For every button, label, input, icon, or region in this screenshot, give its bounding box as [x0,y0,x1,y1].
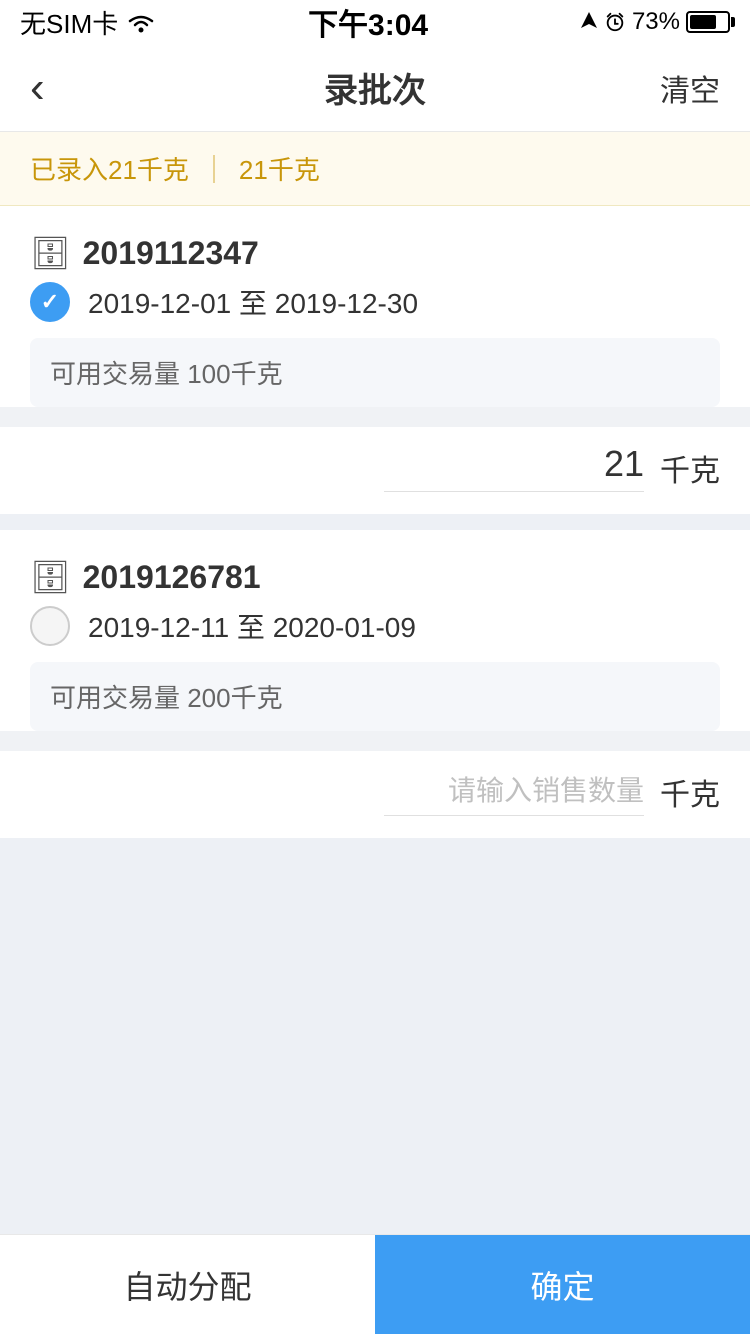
back-button[interactable]: ‹ [30,63,90,113]
nav-bar: ‹ 录批次 清空 [0,44,750,132]
batch-dates-2: 2019-12-11 至 2020-01-09 [88,606,416,646]
alarm-icon [604,11,626,33]
quantity-with-line-1: 21 [384,443,644,492]
batch-icon-1: 🗄 [30,234,71,272]
wifi-icon [126,11,156,33]
batch-icon-2: 🗄 [30,558,71,596]
recorded-label: 已录入21千克 [30,150,189,187]
batch-dates-row-1[interactable]: 2019-12-01 至 2019-12-30 [30,282,720,322]
batch-id-1: 2019112347 [83,235,259,272]
quantity-number-1: 21 [604,443,644,485]
radio-1[interactable] [30,282,70,322]
status-bar: 无SIM卡 下午3:04 73% [0,0,750,44]
batch-header-1: 🗄 2019112347 [30,234,720,272]
batch-capacity-1: 可用交易量 100千克 [30,338,720,407]
batch-capacity-2: 可用交易量 200千克 [30,662,720,731]
batch-item-2: 🗄 2019126781 2019-12-11 至 2020-01-09 可用交… [0,530,750,731]
status-left: 无SIM卡 [20,4,156,41]
page-title: 录批次 [324,63,426,112]
quantity-unit-2: 千克 [660,770,720,814]
quantity-input-2[interactable] [444,767,644,809]
batch-id-2: 2019126781 [83,559,261,596]
status-right: 73% [580,8,730,36]
info-value: 21千克 [239,150,320,187]
separator-1 [0,514,750,530]
quantity-underline-1 [384,491,644,492]
radio-2[interactable] [30,606,70,646]
status-time: 下午3:04 [308,0,428,44]
info-banner: 已录入21千克 21千克 [0,132,750,206]
carrier-label: 无SIM卡 [20,4,118,41]
info-divider [213,155,215,183]
bottom-bar: 自动分配 确定 [0,1234,750,1334]
battery-icon [686,11,730,33]
batch-dates-1: 2019-12-01 至 2019-12-30 [88,282,418,322]
location-icon [580,11,598,33]
quantity-underline-2 [384,815,644,816]
quantity-row-1: 21 千克 [0,427,750,514]
battery-percent: 73% [632,8,680,36]
batch-dates-row-2[interactable]: 2019-12-11 至 2020-01-09 [30,606,720,646]
quantity-with-line-2 [384,767,644,816]
quantity-unit-1: 千克 [660,446,720,490]
empty-area [0,838,750,1238]
quantity-row-2: 千克 [0,751,750,838]
batch-item-1: 🗄 2019112347 2019-12-01 至 2019-12-30 可用交… [0,206,750,407]
confirm-button[interactable]: 确定 [375,1235,750,1334]
batch-header-2: 🗄 2019126781 [30,558,720,596]
clear-button[interactable]: 清空 [660,66,720,110]
auto-distribute-button[interactable]: 自动分配 [0,1235,375,1334]
